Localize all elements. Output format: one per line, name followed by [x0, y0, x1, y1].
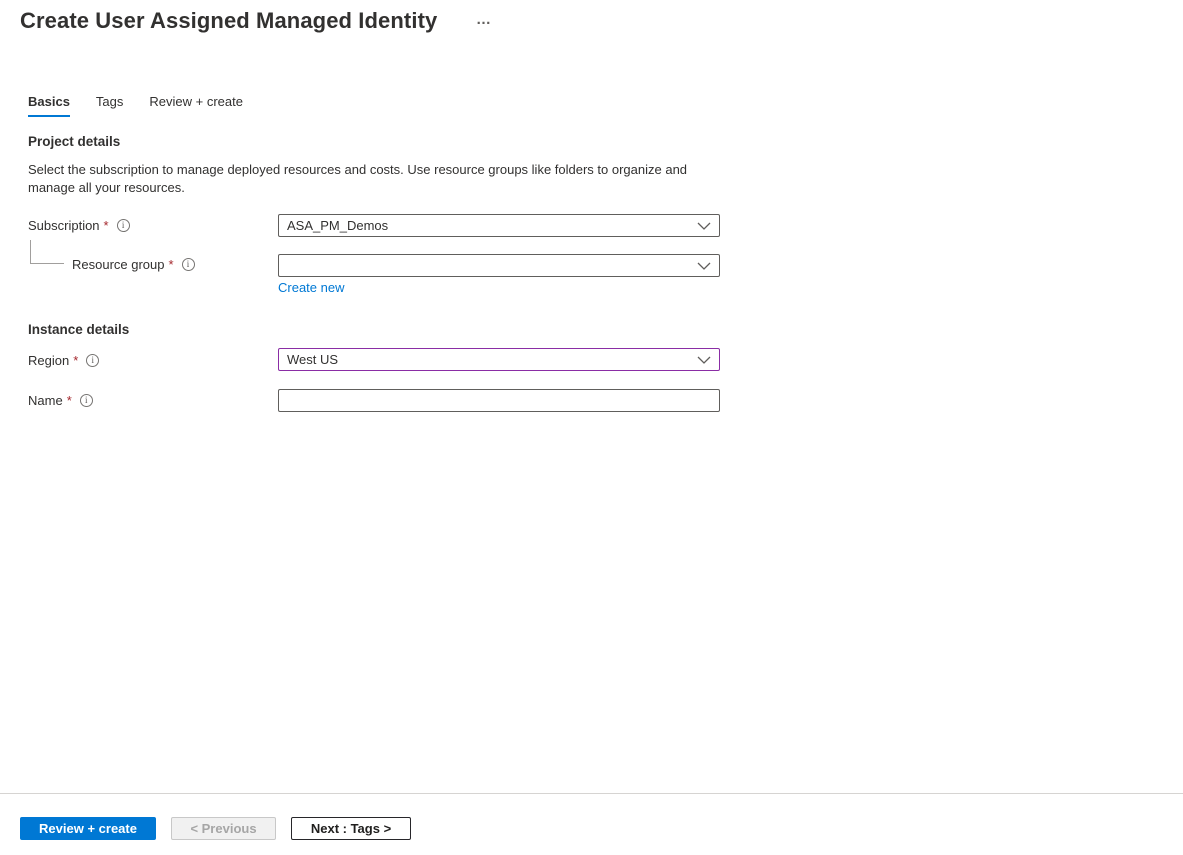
- info-icon[interactable]: i: [86, 354, 99, 367]
- info-icon[interactable]: i: [182, 258, 195, 271]
- next-tags-button[interactable]: Next : Tags >: [291, 817, 411, 840]
- previous-button[interactable]: < Previous: [171, 817, 276, 840]
- chevron-down-icon: [697, 222, 711, 230]
- tab-review-create[interactable]: Review + create: [149, 94, 243, 117]
- page-title: Create User Assigned Managed Identity: [20, 8, 437, 34]
- subscription-value: ASA_PM_Demos: [287, 218, 388, 233]
- tab-bar: Basics Tags Review + create: [28, 94, 243, 117]
- more-options-icon[interactable]: …: [476, 11, 492, 28]
- info-icon[interactable]: i: [80, 394, 93, 407]
- project-details-heading: Project details: [28, 134, 120, 149]
- name-input[interactable]: [278, 389, 720, 412]
- create-new-link[interactable]: Create new: [278, 280, 344, 295]
- review-create-button[interactable]: Review + create: [20, 817, 156, 840]
- subscription-label: Subscription * i: [28, 218, 130, 233]
- region-dropdown[interactable]: West US: [278, 348, 720, 371]
- required-asterisk: *: [67, 393, 72, 408]
- chevron-down-icon: [697, 262, 711, 270]
- footer-divider: [0, 793, 1183, 794]
- required-asterisk: *: [73, 353, 78, 368]
- create-uami-page: Create User Assigned Managed Identity … …: [0, 0, 1183, 855]
- required-asterisk: *: [169, 257, 174, 272]
- resource-group-dropdown[interactable]: [278, 254, 720, 277]
- subscription-dropdown[interactable]: ASA_PM_Demos: [278, 214, 720, 237]
- region-value: West US: [287, 352, 338, 367]
- region-label: Region * i: [28, 353, 99, 368]
- instance-details-heading: Instance details: [28, 322, 129, 337]
- indent-connector-horizontal: [30, 263, 64, 264]
- chevron-down-icon: [697, 356, 711, 364]
- info-icon[interactable]: i: [117, 219, 130, 232]
- project-details-description: Select the subscription to manage deploy…: [28, 161, 693, 196]
- indent-connector-vertical: [30, 240, 31, 264]
- required-asterisk: *: [104, 218, 109, 233]
- tab-tags[interactable]: Tags: [96, 94, 123, 117]
- resource-group-label: Resource group * i: [72, 257, 195, 272]
- name-label: Name * i: [28, 393, 93, 408]
- tab-basics[interactable]: Basics: [28, 94, 70, 117]
